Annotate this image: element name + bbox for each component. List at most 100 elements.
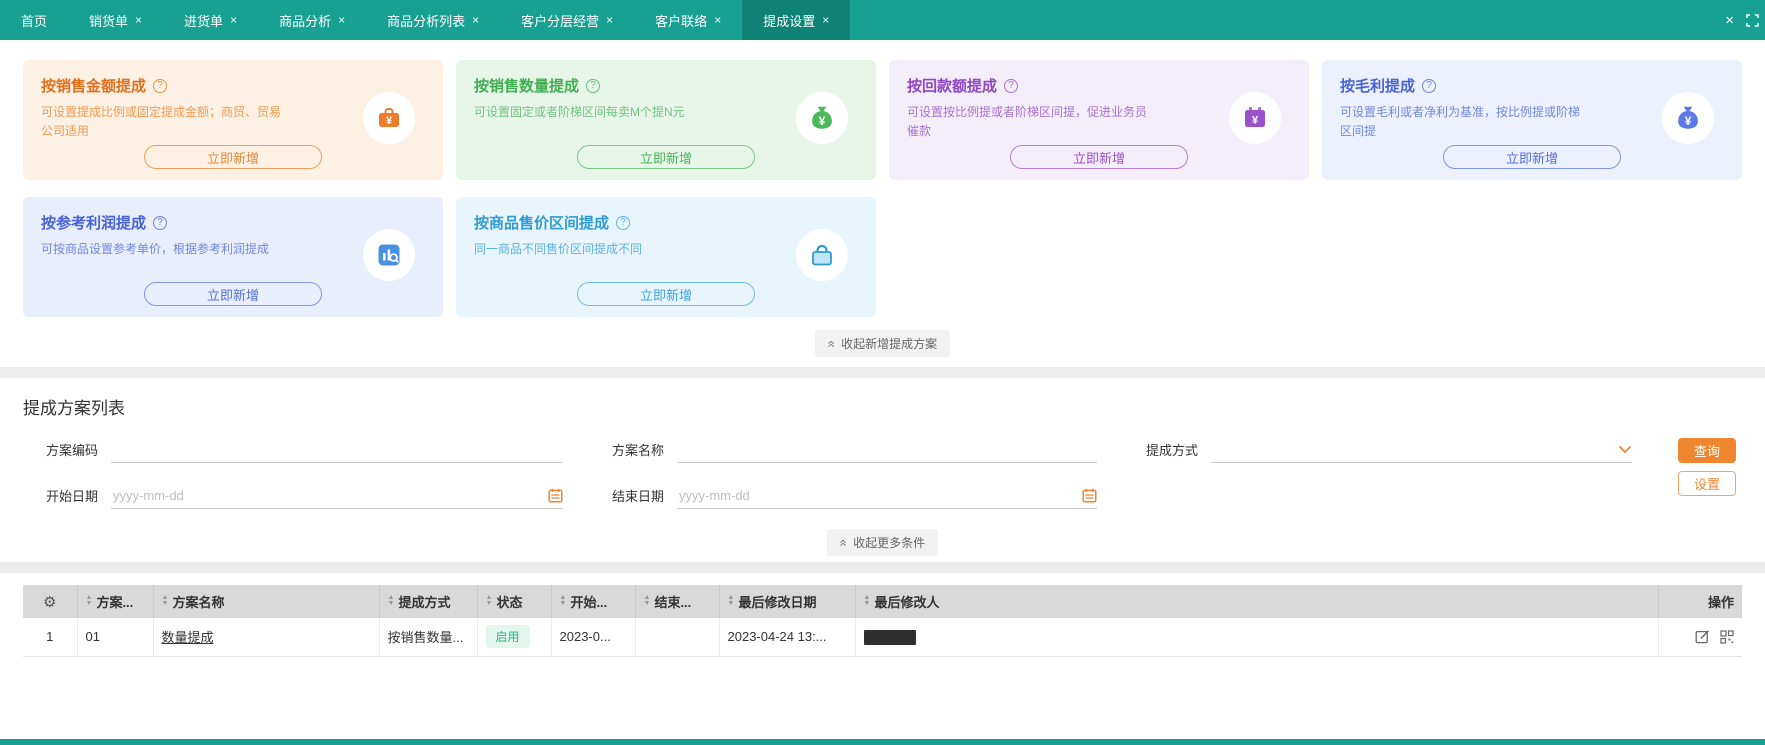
card-title: 按回款额提成? bbox=[907, 75, 1291, 96]
tab-product-analysis-list[interactable]: 商品分析列表 × bbox=[366, 0, 500, 40]
commission-method-label: 提成方式 bbox=[1145, 443, 1198, 458]
column-header-plan-code[interactable]: 方案... bbox=[77, 585, 154, 618]
cell-method: 按销售数量... bbox=[379, 618, 478, 657]
column-header-status[interactable]: 状态 bbox=[477, 585, 552, 618]
tab-close-icon[interactable]: × bbox=[714, 13, 721, 27]
commission-cards-section: 按销售金额提成? 可设置提成比例或固定提成金额；商贸、贸易公司适用 ¥ 立即新增… bbox=[0, 40, 1765, 367]
handbag-icon bbox=[796, 229, 848, 281]
plan-name-link[interactable]: 数量提成 bbox=[162, 630, 214, 645]
sort-icon[interactable] bbox=[644, 598, 651, 610]
app-window: 首页 销货单 × 进货单 × 商品分析 × 商品分析列表 × 客户分层经营 × 客户联络 ×… bbox=[0, 0, 1765, 745]
card-title: 按销售金额提成? bbox=[41, 75, 425, 96]
tab-customer-segmentation[interactable]: 客户分层经营 × bbox=[500, 0, 634, 40]
calendar-icon[interactable] bbox=[1082, 488, 1097, 503]
card-description: 可设置提成比例或固定提成金额；商贸、贸易公司适用 bbox=[41, 105, 282, 138]
collapse-more-filters-button[interactable]: 收起更多条件 bbox=[826, 529, 939, 556]
tab-customer-contact[interactable]: 客户联络 × bbox=[634, 0, 742, 40]
plan-list-section: 提成方案列表 方案编码 方案名称 提成方式 开始日期 yyyy-mm-dd 结束… bbox=[0, 378, 1765, 562]
card-sales-amount-commission: 按销售金额提成? 可设置提成比例或固定提成金额；商贸、贸易公司适用 ¥ 立即新增 bbox=[23, 60, 443, 180]
footer-bar bbox=[0, 739, 1765, 745]
svg-text:¥: ¥ bbox=[1685, 115, 1692, 128]
add-now-button[interactable]: 立即新增 bbox=[577, 282, 755, 306]
help-icon[interactable]: ? bbox=[153, 78, 168, 93]
chevron-up-icon bbox=[838, 539, 848, 546]
section-title: 提成方案列表 bbox=[23, 399, 125, 418]
column-header-end-date[interactable]: 结束... bbox=[635, 585, 720, 618]
help-icon[interactable]: ? bbox=[1422, 78, 1437, 93]
sort-icon[interactable] bbox=[86, 598, 93, 610]
tab-product-analysis[interactable]: 商品分析 × bbox=[258, 0, 366, 40]
tab-close-icon[interactable]: × bbox=[472, 13, 479, 27]
cell-end-date bbox=[635, 618, 720, 657]
cell-status: 启用 bbox=[477, 618, 552, 657]
card-title: 按商品售价区间提成? bbox=[474, 212, 858, 233]
card-price-range-commission: 按商品售价区间提成? 同一商品不同售价区间提成不同 立即新增 bbox=[456, 197, 876, 317]
column-header-modified-by[interactable]: 最后修改人 bbox=[855, 585, 1659, 618]
cell-modified-by bbox=[855, 618, 1659, 657]
column-header-method[interactable]: 提成方式 bbox=[379, 585, 478, 618]
column-header-start-date[interactable]: 开始... bbox=[551, 585, 636, 618]
sort-icon[interactable] bbox=[864, 598, 871, 610]
tab-close-icon[interactable]: × bbox=[230, 13, 237, 27]
tab-purchase-order[interactable]: 进货单 × bbox=[163, 0, 258, 40]
tab-close-icon[interactable]: × bbox=[338, 13, 345, 27]
commission-method-select[interactable] bbox=[1211, 437, 1632, 463]
card-gross-profit-commission: 按毛利提成? 可设置毛利或者净利为基准，按比例提或阶梯区间提 ¥ 立即新增 bbox=[1322, 60, 1742, 180]
settings-button[interactable]: 设置 bbox=[1678, 471, 1736, 496]
column-header-modified-date[interactable]: 最后修改日期 bbox=[719, 585, 856, 618]
plan-name-label: 方案名称 bbox=[611, 443, 664, 458]
tab-label: 客户联络 bbox=[655, 13, 708, 29]
add-now-button[interactable]: 立即新增 bbox=[577, 145, 755, 169]
plan-name-input[interactable] bbox=[677, 437, 1097, 462]
commission-method-value[interactable] bbox=[1211, 437, 1612, 462]
column-header-actions: 操作 bbox=[1658, 585, 1742, 618]
help-icon[interactable]: ? bbox=[153, 215, 168, 230]
tab-sales-order[interactable]: 销货单 × bbox=[68, 0, 163, 40]
add-now-button[interactable]: 立即新增 bbox=[144, 282, 322, 306]
query-button[interactable]: 查询 bbox=[1678, 438, 1736, 463]
tab-label: 商品分析 bbox=[279, 13, 332, 29]
tab-close-icon[interactable]: × bbox=[822, 13, 829, 27]
column-header-plan-name[interactable]: 方案名称 bbox=[153, 585, 380, 618]
calendar-icon[interactable] bbox=[548, 488, 563, 503]
column-header-settings[interactable]: ⚙ bbox=[23, 585, 78, 618]
filter-row-1: 方案编码 方案名称 提成方式 bbox=[23, 437, 1632, 463]
card-description: 可按商品设置参考单价，根据参考利润提成 bbox=[41, 242, 270, 256]
fullscreen-icon[interactable] bbox=[1746, 13, 1759, 27]
close-icon[interactable]: × bbox=[1725, 12, 1734, 29]
section-divider bbox=[0, 367, 1765, 378]
card-title: 按销售数量提成? bbox=[474, 75, 858, 96]
help-icon[interactable]: ? bbox=[1004, 78, 1019, 93]
briefcase-yuan-icon: ¥ bbox=[363, 92, 415, 144]
sort-icon[interactable] bbox=[162, 598, 169, 610]
collapse-label: 收起新增提成方案 bbox=[841, 337, 938, 351]
tab-close-icon[interactable]: × bbox=[135, 13, 142, 27]
qr-grid-icon[interactable] bbox=[1720, 630, 1734, 644]
edit-icon[interactable] bbox=[1695, 629, 1710, 644]
svg-text:¥: ¥ bbox=[1252, 115, 1259, 127]
tab-close-icon[interactable]: × bbox=[606, 13, 613, 27]
help-icon[interactable]: ? bbox=[586, 78, 601, 93]
add-now-button[interactable]: 立即新增 bbox=[1443, 145, 1621, 169]
add-now-button[interactable]: 立即新增 bbox=[1010, 145, 1188, 169]
tab-commission-settings[interactable]: 提成设置 × bbox=[742, 0, 851, 40]
add-now-button[interactable]: 立即新增 bbox=[144, 145, 322, 169]
sort-icon[interactable] bbox=[728, 598, 735, 610]
sort-icon[interactable] bbox=[388, 598, 395, 610]
section-divider bbox=[0, 562, 1765, 573]
start-date-input[interactable] bbox=[111, 483, 542, 508]
end-date-input[interactable] bbox=[677, 483, 1076, 508]
plan-code-input[interactable] bbox=[111, 437, 563, 462]
cell-modified-date: 2023-04-24 13:... bbox=[719, 618, 856, 657]
sort-icon[interactable] bbox=[486, 598, 493, 610]
collapse-new-plans-button[interactable]: 收起新增提成方案 bbox=[814, 330, 951, 357]
sort-icon[interactable] bbox=[560, 598, 567, 610]
chevron-down-icon[interactable] bbox=[1618, 445, 1632, 454]
tab-label: 提成设置 bbox=[763, 13, 816, 29]
cell-row-index: 1 bbox=[23, 618, 78, 657]
gear-icon[interactable]: ⚙ bbox=[31, 593, 69, 611]
tab-homepage[interactable]: 首页 bbox=[0, 0, 68, 40]
cards-grid: 按销售金额提成? 可设置提成比例或固定提成金额；商贸、贸易公司适用 ¥ 立即新增… bbox=[23, 60, 1742, 317]
help-icon[interactable]: ? bbox=[616, 215, 631, 230]
end-date-field: 结束日期 bbox=[589, 483, 1097, 509]
